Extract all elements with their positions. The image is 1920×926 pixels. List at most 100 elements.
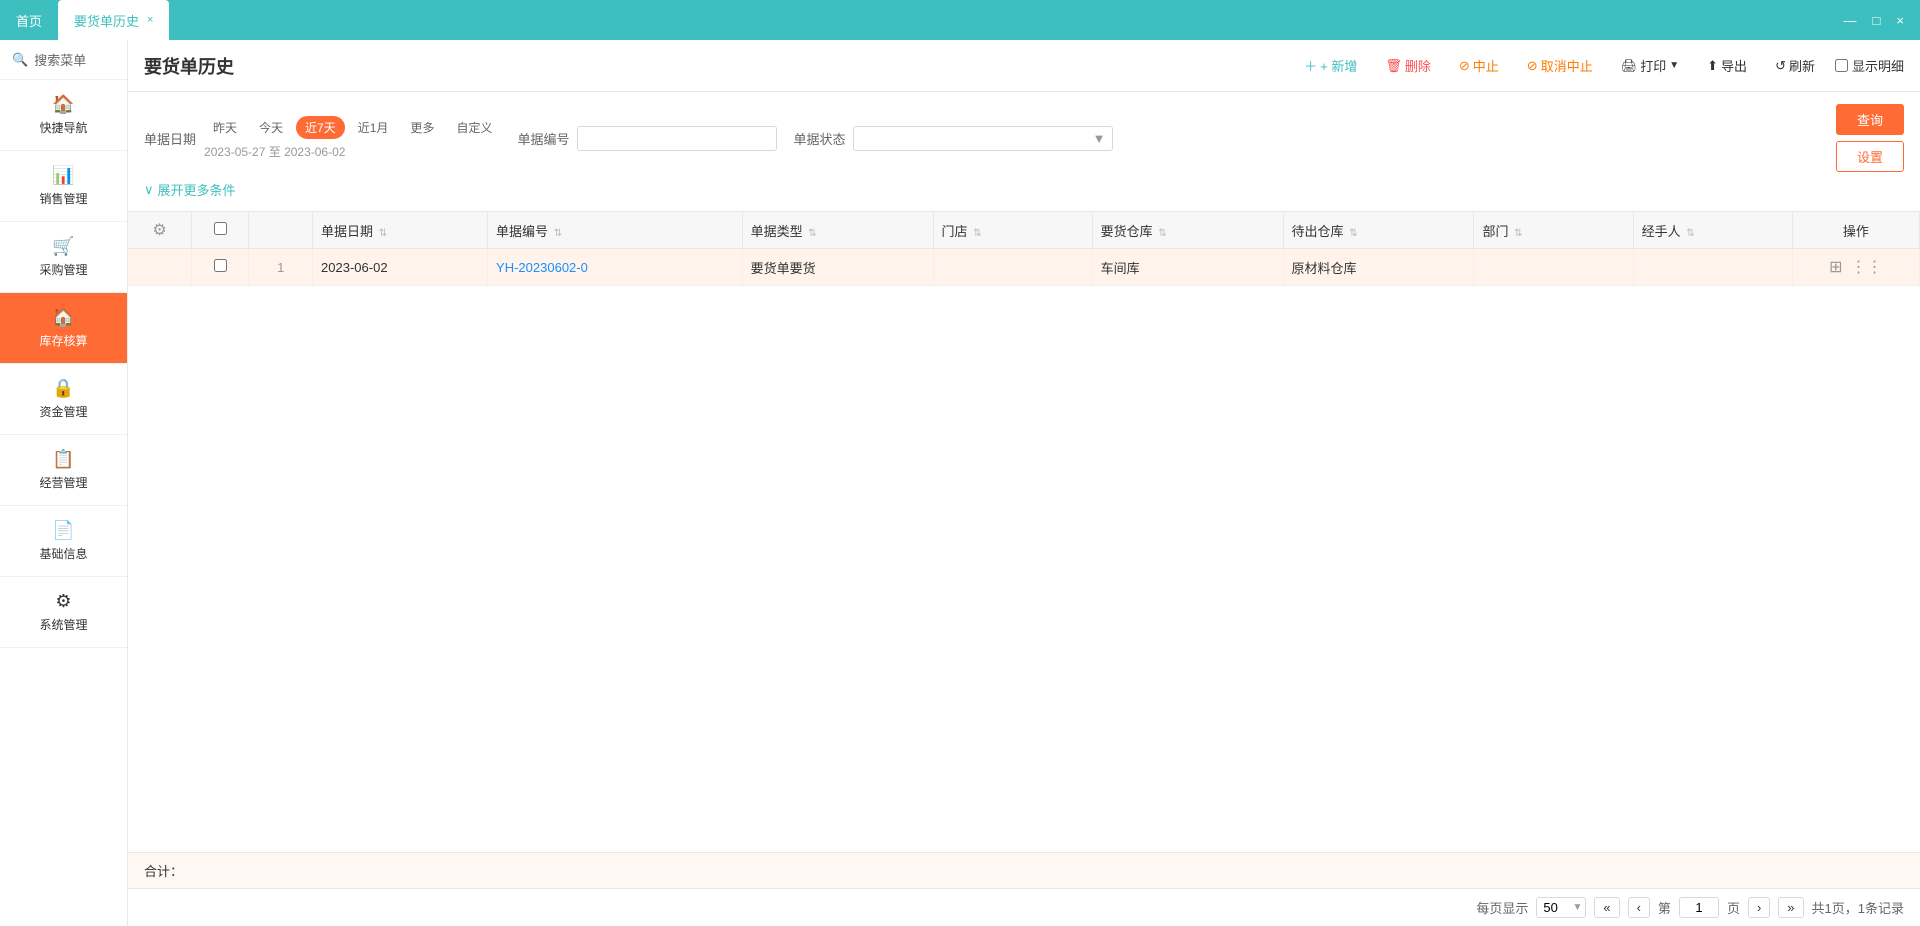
page-number-input[interactable] xyxy=(1679,897,1719,918)
expand-more-label: 展开更多条件 xyxy=(158,180,236,199)
sidebar-operations-label: 经营管理 xyxy=(39,474,87,491)
sort-order-no-icon: ⇅ xyxy=(554,228,562,239)
total-label: 合计： xyxy=(144,861,183,880)
sidebar-search-label: 搜索菜单 xyxy=(34,50,86,69)
page-size-select[interactable]: 10 20 50 100 xyxy=(1536,897,1586,918)
show-detail-checkbox[interactable] xyxy=(1835,59,1848,72)
sidebar-item-system[interactable]: ⚙ 系统管理 xyxy=(0,577,127,648)
sidebar-item-quicknav[interactable]: 🏠 快捷导航 xyxy=(0,80,127,151)
purchase-icon: 🛒 xyxy=(52,236,74,257)
total-row: 合计： xyxy=(128,852,1920,888)
date-btn-more[interactable]: 更多 xyxy=(401,116,443,139)
order-no-input[interactable] xyxy=(577,126,777,151)
sidebar-item-finance[interactable]: 🔒 资金管理 xyxy=(0,364,127,435)
close-tab-icon[interactable]: × xyxy=(147,14,153,26)
expand-more-icon: ∨ xyxy=(144,182,154,198)
content-area: 要货单历史 ＋ + 新增 🗑 删除 ⊘ 中止 ⊘ 取消中止 xyxy=(128,40,1920,926)
th-handler[interactable]: 经手人 ⇅ xyxy=(1633,212,1792,249)
filter-date-group: 单据日期 昨天 今天 近7天 近1月 更多 自定义 2023-05-27 至 2… xyxy=(144,116,501,160)
table-row: 1 2023-06-02 YH-20230602-0 要货单要货 车间库 原材料… xyxy=(128,249,1920,286)
search-icon: 🔍 xyxy=(12,52,28,68)
total-info: 共1页，1条记录 xyxy=(1812,898,1904,917)
row-req-warehouse: 车间库 xyxy=(1092,249,1283,286)
date-quick-filters: 昨天 今天 近7天 近1月 更多 自定义 xyxy=(204,116,501,139)
jump-label: 第 xyxy=(1658,898,1671,917)
expand-more-filters[interactable]: ∨ 展开更多条件 xyxy=(144,180,1904,199)
sidebar-purchase-label: 采购管理 xyxy=(39,261,87,278)
date-btn-today[interactable]: 今天 xyxy=(250,116,292,139)
first-page-button[interactable]: « xyxy=(1594,897,1619,918)
sidebar-item-inventory[interactable]: 🏠 库存核算 xyxy=(0,293,127,364)
th-checkbox xyxy=(192,212,249,249)
sort-req-warehouse-icon: ⇅ xyxy=(1158,228,1166,239)
new-button[interactable]: ＋ + 新增 xyxy=(1296,52,1365,79)
settings-button[interactable]: 设置 xyxy=(1836,141,1904,172)
row-department xyxy=(1474,249,1633,286)
row-handler xyxy=(1633,249,1792,286)
tab-order-history-label: 要货单历史 xyxy=(74,11,139,30)
next-page-button[interactable]: › xyxy=(1748,897,1770,918)
th-date[interactable]: 单据日期 ⇅ xyxy=(313,212,488,249)
sidebar-item-basicinfo[interactable]: 📄 基础信息 xyxy=(0,506,127,577)
th-date-label: 单据日期 xyxy=(321,224,373,239)
prev-page-button[interactable]: ‹ xyxy=(1628,897,1650,918)
minimize-btn[interactable]: — xyxy=(1844,13,1857,28)
sidebar-system-label: 系统管理 xyxy=(39,616,87,633)
last-page-button[interactable]: » xyxy=(1778,897,1803,918)
basicinfo-icon: 📄 xyxy=(52,520,74,541)
th-store[interactable]: 门店 ⇅ xyxy=(933,212,1092,249)
show-detail-label-text: 显示明细 xyxy=(1852,56,1904,75)
sidebar-item-search[interactable]: 🔍 搜索菜单 xyxy=(0,40,127,80)
th-num xyxy=(249,212,313,249)
stop-button[interactable]: ⊘ 中止 xyxy=(1451,52,1507,79)
sort-store-icon: ⇅ xyxy=(973,228,981,239)
select-all-checkbox[interactable] xyxy=(214,222,227,235)
page-size-wrapper: 10 20 50 100 ▼ xyxy=(1536,897,1586,918)
query-button[interactable]: 查询 xyxy=(1836,104,1904,135)
cancel-stop-button[interactable]: ⊘ 取消中止 xyxy=(1519,52,1601,79)
date-btn-last1month[interactable]: 近1月 xyxy=(349,116,398,139)
th-order-no[interactable]: 单据编号 ⇅ xyxy=(488,212,743,249)
sidebar-item-purchase[interactable]: 🛒 采购管理 xyxy=(0,222,127,293)
filter-row-main: 单据日期 昨天 今天 近7天 近1月 更多 自定义 2023-05-27 至 2… xyxy=(144,104,1904,172)
table-header-row: ⚙ 单据日期 ⇅ 单据编号 ⇅ xyxy=(128,212,1920,249)
export-button[interactable]: ⬆ 导出 xyxy=(1699,52,1755,79)
row-checkbox[interactable] xyxy=(214,259,227,272)
edit-row-icon[interactable]: ⊞ xyxy=(1829,257,1842,277)
th-handler-label: 经手人 xyxy=(1642,224,1681,239)
show-detail-toggle[interactable]: 显示明细 xyxy=(1835,56,1904,75)
cancel-stop-icon: ⊘ xyxy=(1527,58,1538,74)
th-settings: ⚙ xyxy=(128,212,192,249)
date-btn-last7days[interactable]: 近7天 xyxy=(296,116,345,139)
more-row-icon[interactable]: ⋮⋮ xyxy=(1851,257,1883,277)
top-bar-right: — □ × xyxy=(1844,13,1920,28)
sidebar-item-operations[interactable]: 📋 经营管理 xyxy=(0,435,127,506)
th-pending-warehouse-label: 待出仓库 xyxy=(1292,224,1344,239)
row-order-no[interactable]: YH-20230602-0 xyxy=(488,249,743,286)
tab-order-history[interactable]: 要货单历史 × xyxy=(58,0,169,40)
maximize-btn[interactable]: □ xyxy=(1873,13,1881,28)
operations-icon: 📋 xyxy=(52,449,74,470)
delete-button[interactable]: 🗑 删除 xyxy=(1377,52,1439,79)
column-settings-button[interactable]: ⚙ xyxy=(152,220,166,240)
refresh-button[interactable]: ↺ 刷新 xyxy=(1767,52,1823,79)
th-order-type[interactable]: 单据类型 ⇅ xyxy=(742,212,933,249)
th-order-no-label: 单据编号 xyxy=(496,224,548,239)
tab-home-label: 首页 xyxy=(16,11,42,30)
sort-handler-icon: ⇅ xyxy=(1686,228,1694,239)
print-button[interactable]: 🖨 打印 ▼ xyxy=(1613,52,1687,79)
th-req-warehouse[interactable]: 要货仓库 ⇅ xyxy=(1092,212,1283,249)
action-buttons: 查询 设置 xyxy=(1836,104,1904,172)
tab-home[interactable]: 首页 xyxy=(0,0,58,40)
close-window-btn[interactable]: × xyxy=(1896,13,1904,28)
inventory-icon: 🏠 xyxy=(52,307,74,328)
order-no-label: 单据编号 xyxy=(517,129,569,148)
sidebar-item-sales[interactable]: 📊 销售管理 xyxy=(0,151,127,222)
th-department[interactable]: 部门 ⇅ xyxy=(1474,212,1633,249)
date-btn-yesterday[interactable]: 昨天 xyxy=(204,116,246,139)
th-pending-warehouse[interactable]: 待出仓库 ⇅ xyxy=(1283,212,1474,249)
page-word: 页 xyxy=(1727,898,1740,917)
status-select[interactable] xyxy=(853,126,1113,151)
date-btn-custom[interactable]: 自定义 xyxy=(447,116,501,139)
row-store xyxy=(933,249,1092,286)
